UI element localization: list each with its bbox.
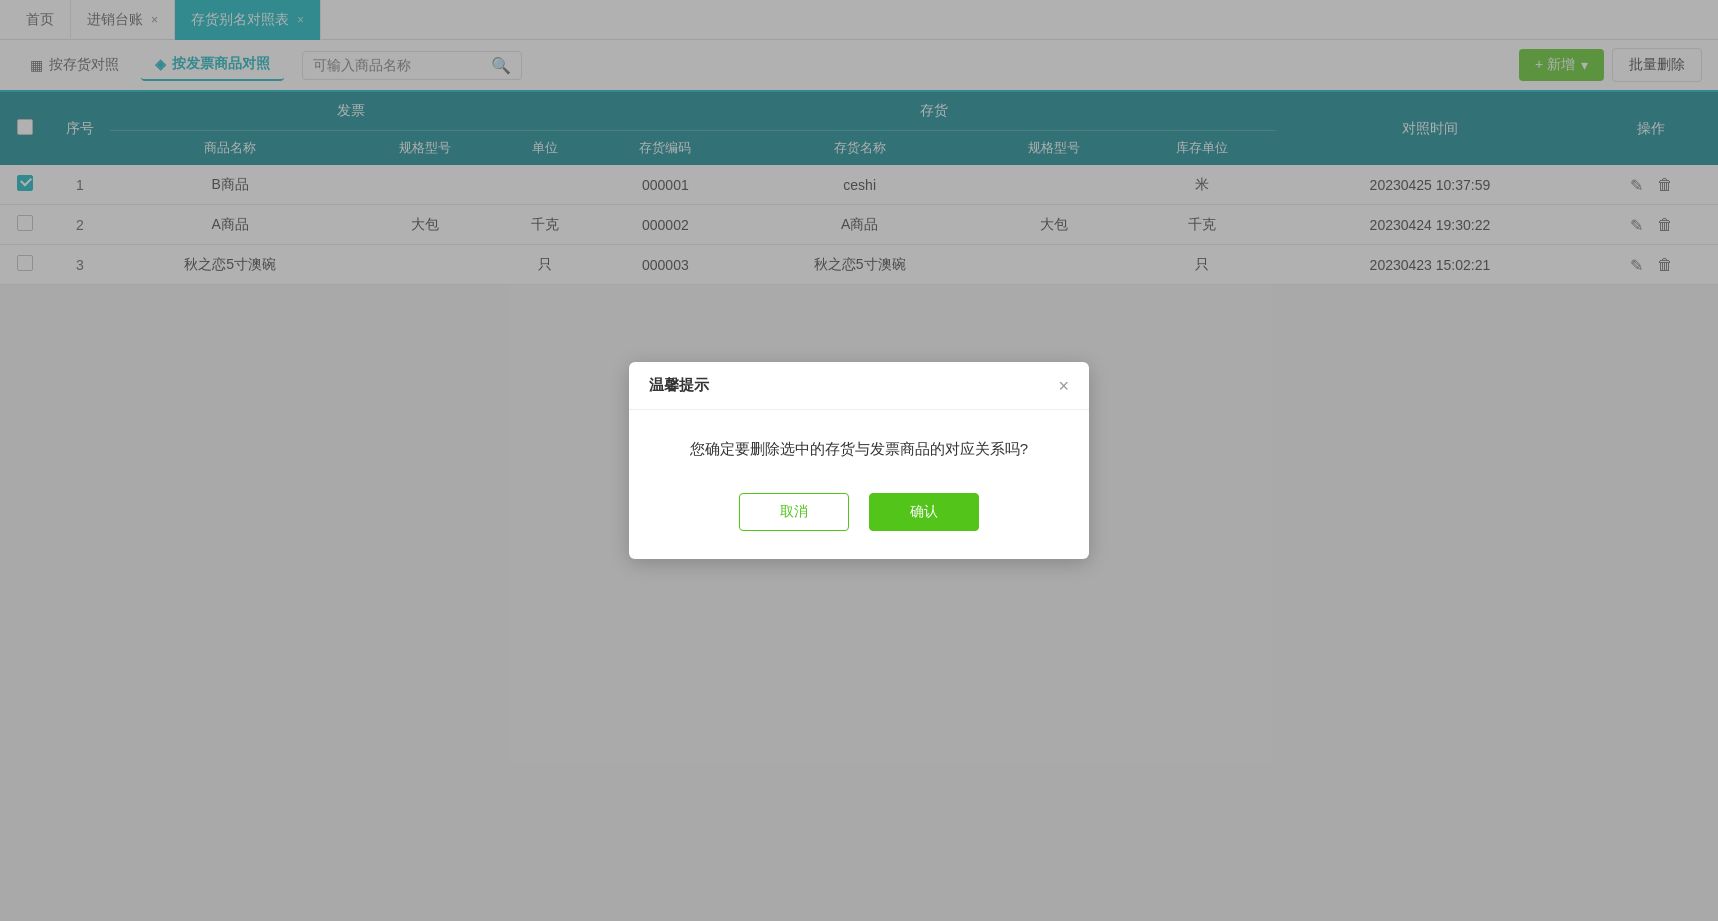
overlay: 温馨提示 × 您确定要删除选中的存货与发票商品的对应关系吗? 取消 确认 — [0, 0, 1718, 285]
